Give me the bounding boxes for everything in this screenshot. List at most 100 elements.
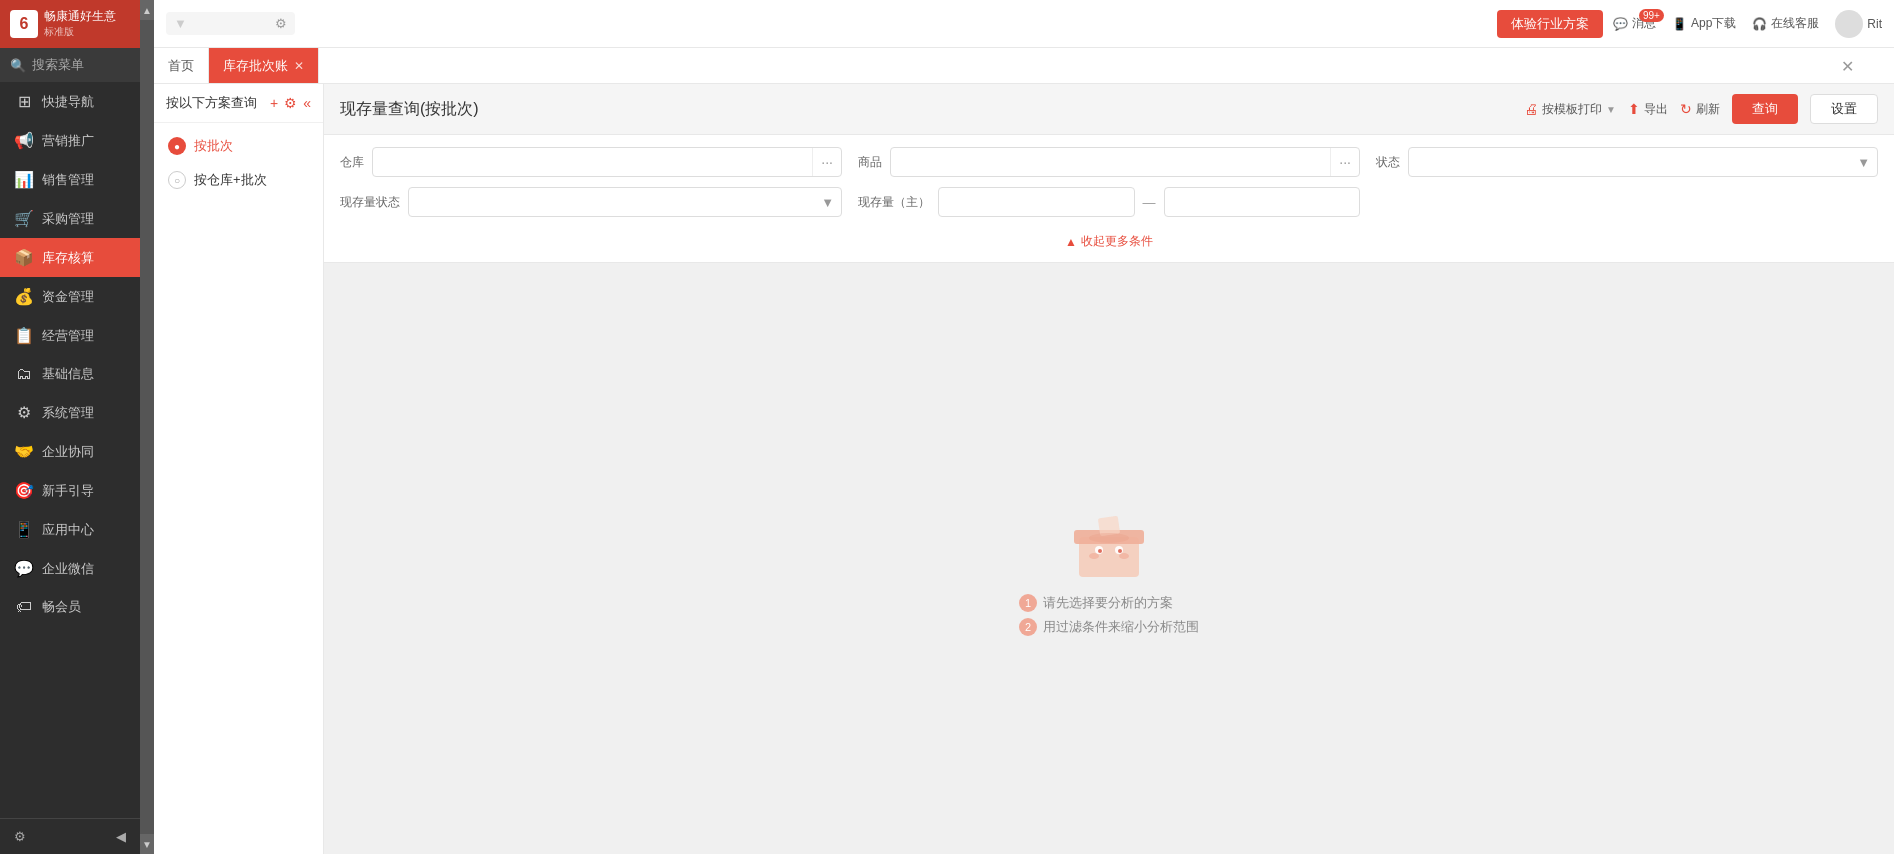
- page-header: 现存量查询(按批次) 🖨 按模板打印 ▼ ⬆ 导出 ↻ 刷新: [324, 84, 1894, 135]
- print-action[interactable]: 🖨 按模板打印 ▼: [1524, 101, 1616, 118]
- sidebar-item-operation[interactable]: 📋 经营管理: [0, 316, 140, 355]
- app-logo: 6: [10, 10, 38, 38]
- collapse-icon[interactable]: ◀: [116, 829, 126, 844]
- sidebar-item-wechat[interactable]: 💬 企业微信: [0, 549, 140, 588]
- sidebar-item-label: 资金管理: [42, 288, 94, 306]
- topbar-search-input[interactable]: [191, 17, 271, 31]
- query-button[interactable]: 查询: [1732, 94, 1798, 124]
- user-avatar-item[interactable]: Rit: [1835, 10, 1882, 38]
- tab-home[interactable]: 首页: [154, 48, 209, 83]
- sidebar-item-label: 营销推广: [42, 132, 94, 150]
- sidebar-item-label: 采购管理: [42, 210, 94, 228]
- print-dropdown-icon[interactable]: ▼: [1606, 104, 1616, 115]
- topbar-settings-icon[interactable]: ⚙: [275, 16, 287, 31]
- filter-status: 状态 正常 停用 ▼: [1376, 147, 1878, 177]
- filter-stock-qty: 现存量（主） —: [858, 187, 1360, 217]
- trial-button[interactable]: 体验行业方案: [1497, 10, 1603, 38]
- refresh-icon: ↻: [1680, 101, 1692, 117]
- sidebar-item-label: 企业协同: [42, 443, 94, 461]
- scroll-down-arrow[interactable]: ▼: [140, 834, 154, 854]
- scheme-inactive-dot: ○: [168, 171, 186, 189]
- messages-badge: 99+: [1639, 9, 1664, 22]
- tab-close-icon[interactable]: ✕: [294, 59, 304, 73]
- stock-status-label: 现存量状态: [340, 194, 400, 211]
- main-area: ▼ ⚙ 体验行业方案 💬 消息 99+ 📱 App下载 🎧 在线客服 Rit: [154, 0, 1894, 854]
- tabbar-close-button[interactable]: ✕: [1841, 56, 1854, 75]
- member-icon: 🏷: [14, 598, 34, 616]
- product-input-wrap[interactable]: ···: [890, 147, 1360, 177]
- export-action[interactable]: ⬆ 导出: [1628, 101, 1668, 118]
- settings-icon[interactable]: ⚙: [14, 829, 26, 844]
- settings-button[interactable]: 设置: [1810, 94, 1878, 124]
- sidebar-item-system[interactable]: ⚙ 系统管理: [0, 393, 140, 432]
- sidebar-item-label: 企业微信: [42, 560, 94, 578]
- scroll-up-arrow[interactable]: ▲: [140, 0, 154, 20]
- sidebar-item-label: 快捷导航: [42, 93, 94, 111]
- warehouse-dots-button[interactable]: ···: [812, 148, 841, 176]
- sidebar-item-marketing[interactable]: 📢 营销推广: [0, 121, 140, 160]
- sidebar-nav: ⊞ 快捷导航 📢 营销推广 📊 销售管理 🛒 采购管理 📦 库存核算 💰 资金管…: [0, 82, 140, 818]
- sidebar-header: 6 畅康通好生意 标准版: [0, 0, 140, 48]
- status-select[interactable]: 正常 停用: [1408, 147, 1878, 177]
- stock-status-select[interactable]: 有库存 无库存 全部: [408, 187, 842, 217]
- collapse-conditions-button[interactable]: ▲ 收起更多条件: [340, 227, 1878, 250]
- refresh-action[interactable]: ↻ 刷新: [1680, 101, 1720, 118]
- warehouse-input[interactable]: [373, 155, 812, 169]
- product-dots-button[interactable]: ···: [1330, 148, 1359, 176]
- scheme-settings-button[interactable]: ⚙: [284, 95, 297, 111]
- svg-point-3: [1089, 533, 1129, 543]
- filter-row-2: 现存量状态 有库存 无库存 全部 ▼ 现存量（主）: [340, 187, 1878, 217]
- scheme-add-button[interactable]: +: [270, 95, 278, 111]
- user-avatar: [1835, 10, 1863, 38]
- online-service-item[interactable]: 🎧 在线客服: [1752, 15, 1819, 32]
- sidebar-item-inventory[interactable]: 📦 库存核算: [0, 238, 140, 277]
- stock-qty-from[interactable]: [938, 187, 1135, 217]
- scheme-item-label: 按仓库+批次: [194, 171, 267, 189]
- sidebar-item-enterprise[interactable]: 🤝 企业协同: [0, 432, 140, 471]
- sidebar-item-member[interactable]: 🏷 畅会员: [0, 588, 140, 626]
- app-name: 畅康通好生意: [44, 9, 116, 25]
- scheme-header-icons: + ⚙ «: [270, 95, 311, 111]
- wechat-icon: 💬: [14, 559, 34, 578]
- sidebar-item-sales[interactable]: 📊 销售管理: [0, 160, 140, 199]
- finance-icon: 💰: [14, 287, 34, 306]
- collapse-arrow-icon: ▲: [1065, 235, 1077, 249]
- sidebar-item-finance[interactable]: 💰 资金管理: [0, 277, 140, 316]
- messages-item[interactable]: 💬 消息 99+: [1613, 15, 1656, 32]
- export-label: 导出: [1644, 101, 1668, 118]
- message-icon: 💬: [1613, 17, 1628, 31]
- scheme-item-by-warehouse-batch[interactable]: ○ 按仓库+批次: [154, 163, 323, 197]
- sidebar-item-quick-nav[interactable]: ⊞ 快捷导航: [0, 82, 140, 121]
- scheme-collapse-button[interactable]: «: [303, 95, 311, 111]
- filter-row-1: 仓库 ··· 商品 ··· 状态: [340, 147, 1878, 177]
- refresh-label: 刷新: [1696, 101, 1720, 118]
- sidebar-item-newbie[interactable]: 🎯 新手引导: [0, 471, 140, 510]
- app-download-item[interactable]: 📱 App下载: [1672, 15, 1736, 32]
- page-header-actions: 🖨 按模板打印 ▼ ⬆ 导出 ↻ 刷新 查询 设置: [1524, 94, 1878, 124]
- warehouse-input-wrap[interactable]: ···: [372, 147, 842, 177]
- sidebar-item-purchase[interactable]: 🛒 采购管理: [0, 199, 140, 238]
- scheme-item-by-batch[interactable]: ● 按批次: [154, 129, 323, 163]
- empty-hints: 1 请先选择要分析的方案 2 用过滤条件来缩小分析范围: [1019, 594, 1199, 636]
- app-download-label: App下载: [1691, 15, 1736, 32]
- sidebar-item-appstore[interactable]: 📱 应用中心: [0, 510, 140, 549]
- svg-point-6: [1098, 549, 1102, 553]
- sidebar-item-label: 销售管理: [42, 171, 94, 189]
- status-select-wrap[interactable]: 正常 停用 ▼: [1408, 147, 1878, 177]
- stock-qty-range: —: [938, 187, 1360, 217]
- sidebar-item-label: 应用中心: [42, 521, 94, 539]
- stock-qty-to[interactable]: [1164, 187, 1361, 217]
- empty-state: 1 请先选择要分析的方案 2 用过滤条件来缩小分析范围: [324, 263, 1894, 854]
- tab-inventory-batch[interactable]: 库存批次账 ✕: [209, 48, 319, 83]
- quick-nav-icon: ⊞: [14, 92, 34, 111]
- topbar-search-box[interactable]: ▼ ⚙: [166, 12, 295, 35]
- stock-status-select-wrap[interactable]: 有库存 无库存 全部 ▼: [408, 187, 842, 217]
- product-input[interactable]: [891, 155, 1330, 169]
- sidebar-item-label: 系统管理: [42, 404, 94, 422]
- phone-icon: 📱: [1672, 17, 1687, 31]
- empty-hint-1: 1 请先选择要分析的方案: [1019, 594, 1199, 612]
- sidebar-item-basic[interactable]: 🗂 基础信息: [0, 355, 140, 393]
- app-edition: 标准版: [44, 25, 116, 39]
- sidebar-search[interactable]: 🔍 搜索菜单: [0, 48, 140, 82]
- empty-illustration: [1059, 482, 1159, 582]
